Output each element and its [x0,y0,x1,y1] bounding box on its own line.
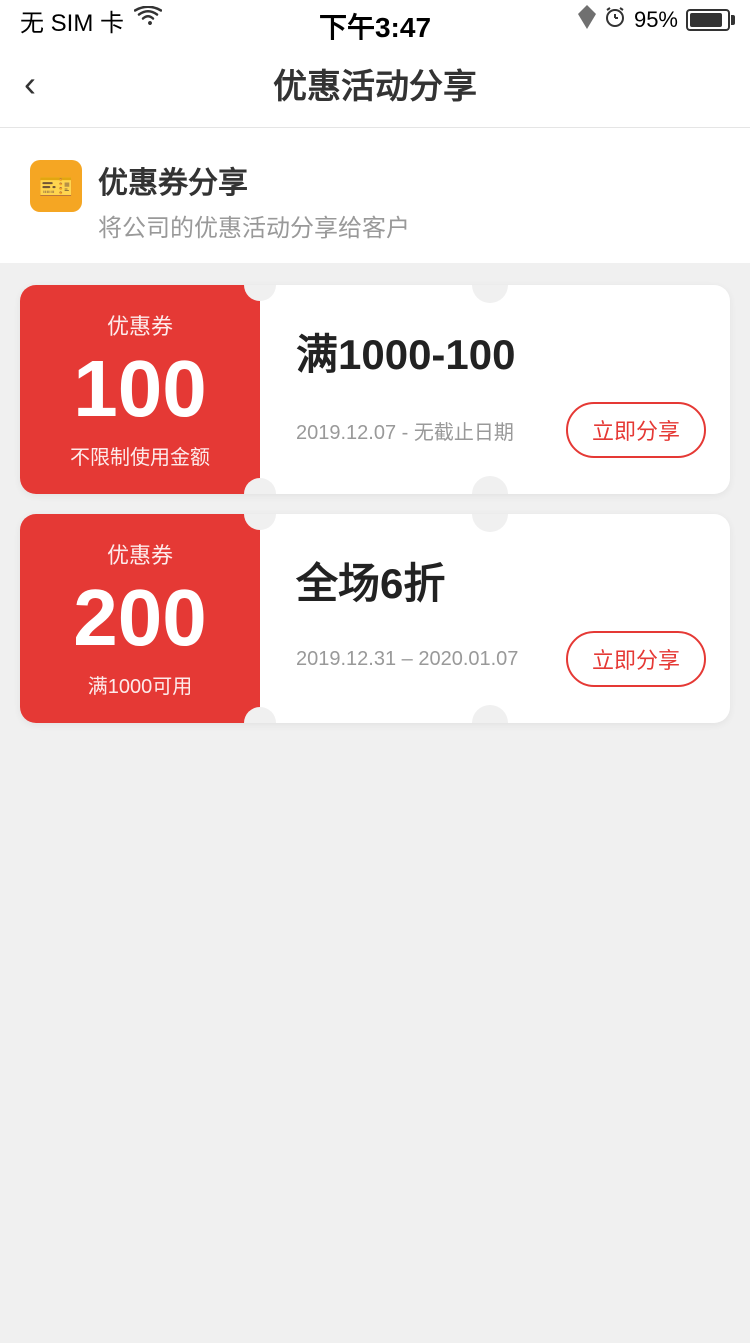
coupon-left: 优惠券 200 满1000可用 [20,514,260,723]
coupon-date: 2019.12.31 – 2020.01.07 [296,648,518,671]
empty-area [0,743,750,1343]
coupon-date: 2019.12.07 - 无截止日期 [296,416,514,445]
alarm-icon [604,6,626,34]
section-title: 优惠券分享 [98,158,410,202]
page-title: 优惠活动分享 [273,59,477,108]
location-icon [578,5,596,35]
status-right: 95% [578,5,730,35]
network-label: 无 SIM 卡 [20,3,124,38]
coupon-list: 优惠券 100 不限制使用金额 满1000-100 2019.12.07 - 无… [0,265,750,743]
coupon-condition: 不限制使用金额 [70,441,210,470]
back-button[interactable]: ‹ [24,63,36,105]
share-button[interactable]: 立即分享 [566,631,706,687]
coupon-bottom: 2019.12.07 - 无截止日期 立即分享 [296,402,706,458]
battery-percent: 95% [634,7,678,33]
coupon-title: 满1000-100 [296,321,706,382]
coupon-right: 满1000-100 2019.12.07 - 无截止日期 立即分享 [260,285,730,494]
status-bar: 无 SIM 卡 下午3:47 95% [0,0,750,40]
status-left: 无 SIM 卡 [20,3,162,38]
coupon-amount: 200 [73,578,206,658]
section-icon: 🎫 [30,160,82,212]
share-button[interactable]: 立即分享 [566,402,706,458]
wifi-icon [134,6,162,35]
coupon-icon: 🎫 [39,170,74,203]
coupon-card: 优惠券 200 满1000可用 全场6折 2019.12.31 – 2020.0… [20,514,730,723]
section-description: 将公司的优惠活动分享给客户 [98,208,410,243]
coupon-amount: 100 [73,349,206,429]
coupon-bottom: 2019.12.31 – 2020.01.07 立即分享 [296,631,706,687]
coupon-title: 全场6折 [296,550,706,611]
coupon-card: 优惠券 100 不限制使用金额 满1000-100 2019.12.07 - 无… [20,285,730,494]
section-header: 🎫 优惠券分享 将公司的优惠活动分享给客户 [0,128,750,263]
battery-icon [686,9,730,31]
coupon-type: 优惠券 [107,309,173,341]
coupon-condition: 满1000可用 [88,670,193,699]
section-text: 优惠券分享 将公司的优惠活动分享给客户 [98,158,410,243]
nav-bar: ‹ 优惠活动分享 [0,40,750,128]
coupon-right: 全场6折 2019.12.31 – 2020.01.07 立即分享 [260,514,730,723]
coupon-left: 优惠券 100 不限制使用金额 [20,285,260,494]
coupon-type: 优惠券 [107,538,173,570]
